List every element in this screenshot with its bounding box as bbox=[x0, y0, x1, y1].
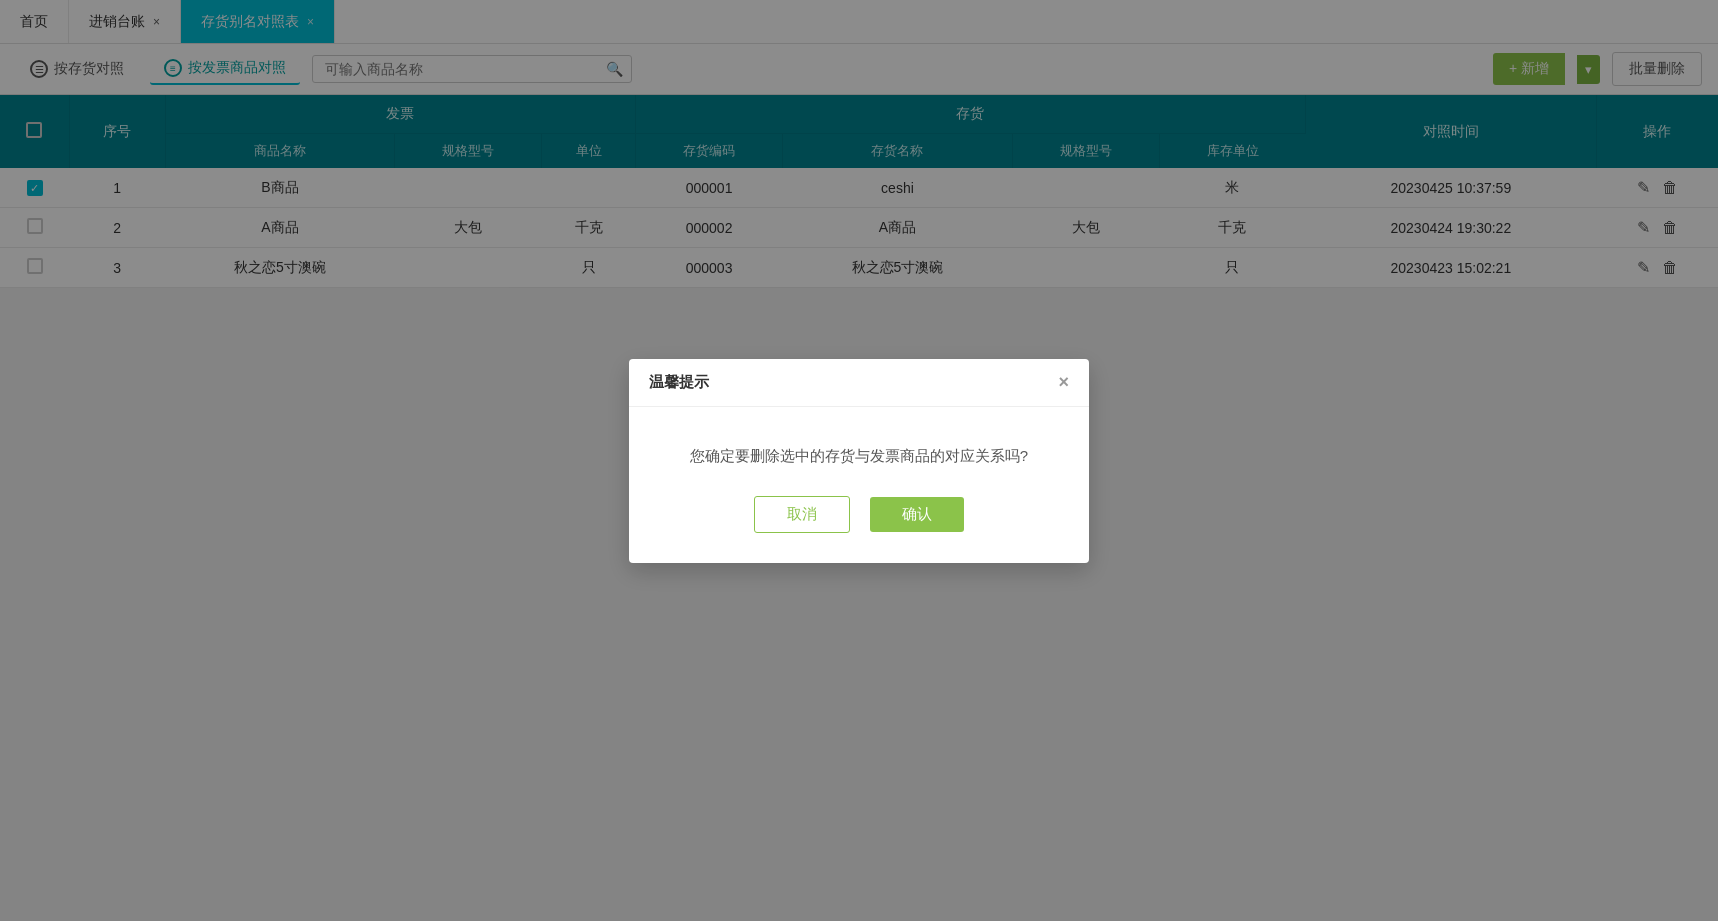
dialog-overlay: 温馨提示 × 您确定要删除选中的存货与发票商品的对应关系吗? 取消 确认 bbox=[0, 0, 1718, 288]
